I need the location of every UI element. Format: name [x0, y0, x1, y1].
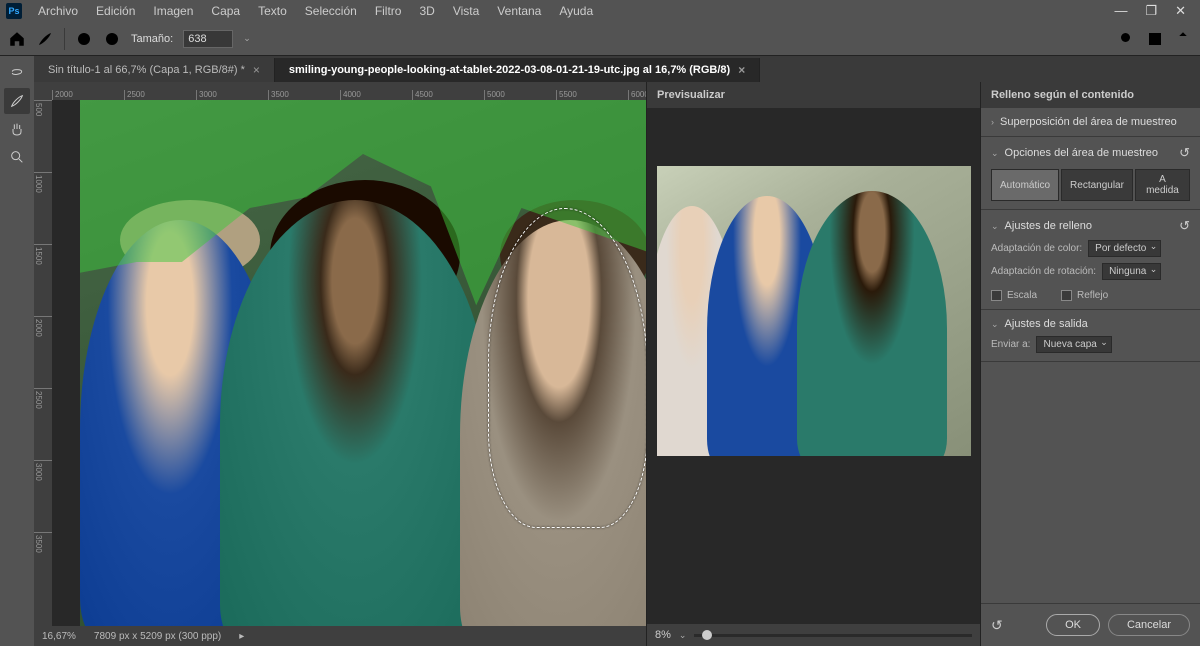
- reset-icon[interactable]: ↺: [1179, 145, 1190, 161]
- preview-zoom-value[interactable]: 8%: [655, 629, 671, 641]
- preview-panel: Previsualizar 8% ⌄: [646, 82, 980, 646]
- document-tab[interactable]: Sin título-1 al 66,7% (Capa 1, RGB/8#) *…: [34, 58, 275, 82]
- workspace: Sin título-1 al 66,7% (Capa 1, RGB/8#) *…: [0, 56, 1200, 646]
- minimize-icon[interactable]: ―: [1114, 3, 1127, 19]
- output-label: Enviar a:: [991, 339, 1030, 350]
- menu-vista[interactable]: Vista: [445, 1, 487, 21]
- status-bar: 16,67% 7809 px x 5209 px (300 ppp) ▸: [34, 626, 646, 646]
- color-adapt-select[interactable]: Por defecto: [1088, 240, 1161, 257]
- menu-3d[interactable]: 3D: [411, 1, 442, 21]
- cancel-button[interactable]: Cancelar: [1108, 614, 1190, 636]
- menu-seleccion[interactable]: Selección: [297, 1, 365, 21]
- seg-automatico[interactable]: Automático: [991, 169, 1059, 201]
- reset-icon[interactable]: ↺: [1179, 218, 1190, 234]
- preview-zoom-bar: 8% ⌄: [647, 624, 980, 646]
- add-sample-icon[interactable]: [75, 30, 93, 48]
- size-label: Tamaño:: [131, 33, 173, 45]
- panel-footer: ↺ OK Cancelar: [981, 603, 1200, 646]
- preview-image: [657, 166, 971, 456]
- canvas-wrap: 2000250030003500400045005000550060006500…: [34, 82, 646, 646]
- ruler-vertical[interactable]: 500100015002000250030003500: [34, 100, 52, 646]
- restore-icon[interactable]: ❐: [1145, 3, 1157, 19]
- scale-checkbox[interactable]: Escala: [991, 290, 1037, 301]
- color-adapt-label: Adaptación de color:: [991, 243, 1082, 254]
- ok-button[interactable]: OK: [1046, 614, 1100, 636]
- tab-close-icon[interactable]: ×: [738, 63, 745, 77]
- seg-rectangular[interactable]: Rectangular: [1061, 169, 1133, 201]
- tab-close-icon[interactable]: ×: [253, 63, 260, 77]
- document-tab[interactable]: smiling-young-people-looking-at-tablet-2…: [275, 58, 760, 82]
- document-area: Sin título-1 al 66,7% (Capa 1, RGB/8#) *…: [34, 56, 1200, 646]
- seg-amedida[interactable]: A medida: [1135, 169, 1190, 201]
- ruler-corner: [34, 82, 52, 100]
- preview-zoom-slider[interactable]: [694, 634, 972, 637]
- search-icon[interactable]: [1118, 30, 1136, 48]
- fill-settings-panel: Relleno según el contenido ›Superposició…: [980, 82, 1200, 646]
- section-output: ⌄Ajustes de salida Enviar a:Nueva capa: [981, 310, 1200, 362]
- sampling-mode-segment: Automático Rectangular A medida: [991, 169, 1190, 201]
- menu-filtro[interactable]: Filtro: [367, 1, 410, 21]
- selection-marquee: [488, 208, 646, 528]
- size-input[interactable]: [183, 30, 233, 48]
- tab-bar: Sin título-1 al 66,7% (Capa 1, RGB/8#) *…: [34, 56, 1200, 82]
- home-icon[interactable]: [8, 30, 26, 48]
- mirror-checkbox[interactable]: Reflejo: [1061, 290, 1108, 301]
- menu-imagen[interactable]: Imagen: [145, 1, 201, 21]
- status-chevron-icon[interactable]: ▸: [239, 631, 244, 642]
- canvas[interactable]: [52, 100, 646, 626]
- rotation-adapt-label: Adaptación de rotación:: [991, 266, 1096, 277]
- rotation-adapt-select[interactable]: Ninguna: [1102, 263, 1161, 280]
- menubar: Ps Archivo Edición Imagen Capa Texto Sel…: [0, 0, 1200, 22]
- document-image: [80, 100, 646, 626]
- share-icon[interactable]: [1174, 30, 1192, 48]
- zoom-level[interactable]: 16,67%: [42, 631, 76, 642]
- options-bar: Tamaño: ⌄: [0, 22, 1200, 56]
- hand-tool[interactable]: [4, 116, 30, 142]
- menu-texto[interactable]: Texto: [250, 1, 295, 21]
- output-select[interactable]: Nueva capa: [1036, 336, 1111, 353]
- section-overlay[interactable]: ›Superposición del área de muestreo: [981, 108, 1200, 137]
- preview-header: Previsualizar: [647, 82, 980, 108]
- tools-column: [0, 56, 34, 646]
- brush-icon[interactable]: [36, 30, 54, 48]
- size-dropdown-icon[interactable]: ⌄: [243, 33, 251, 44]
- close-icon[interactable]: ✕: [1175, 3, 1186, 19]
- separator: [64, 28, 65, 50]
- chevron-down-icon[interactable]: ⌄: [991, 148, 999, 159]
- menu-ventana[interactable]: Ventana: [489, 1, 549, 21]
- reset-all-icon[interactable]: ↺: [991, 617, 1003, 634]
- chevron-down-icon[interactable]: ⌄: [679, 630, 687, 641]
- arrange-icon[interactable]: [1146, 30, 1164, 48]
- subtract-sample-icon[interactable]: [103, 30, 121, 48]
- lasso-tool[interactable]: [4, 60, 30, 86]
- chevron-right-icon: ›: [991, 117, 994, 127]
- chevron-down-icon[interactable]: ⌄: [991, 221, 999, 232]
- menu-archivo[interactable]: Archivo: [30, 1, 86, 21]
- window-controls: ― ❐ ✕: [1114, 3, 1194, 19]
- menu-edicion[interactable]: Edición: [88, 1, 143, 21]
- section-sampling-options: ⌄Opciones del área de muestreo↺ Automáti…: [981, 137, 1200, 210]
- menu-ayuda[interactable]: Ayuda: [551, 1, 601, 21]
- document-dimensions: 7809 px x 5209 px (300 ppp): [94, 631, 221, 642]
- menu-capa[interactable]: Capa: [203, 1, 248, 21]
- brush-tool[interactable]: [4, 88, 30, 114]
- ruler-horizontal[interactable]: 2000250030003500400045005000550060006500…: [52, 82, 646, 100]
- zoom-tool[interactable]: [4, 144, 30, 170]
- panel-title: Relleno según el contenido: [981, 82, 1200, 108]
- app-logo: Ps: [6, 3, 22, 19]
- section-fill-settings: ⌄Ajustes de relleno↺ Adaptación de color…: [981, 210, 1200, 310]
- chevron-down-icon[interactable]: ⌄: [991, 319, 999, 330]
